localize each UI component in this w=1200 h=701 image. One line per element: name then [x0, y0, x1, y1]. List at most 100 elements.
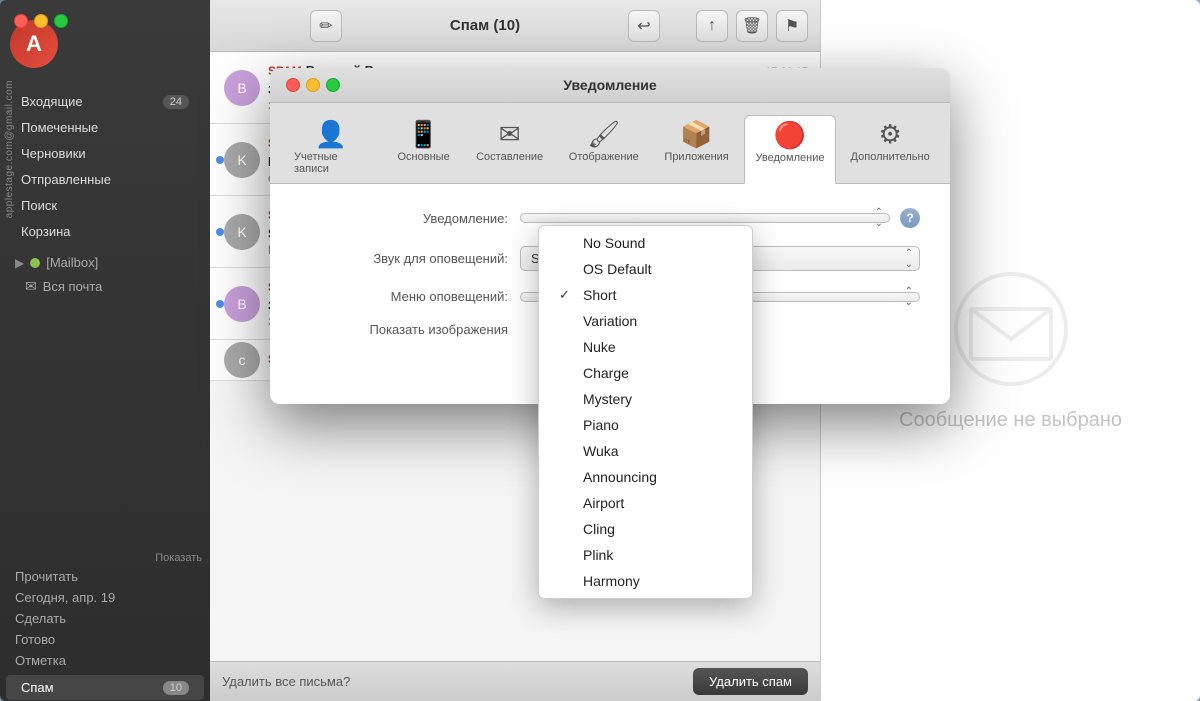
apps-icon: 📦 [680, 121, 712, 147]
traffic-light-close[interactable] [14, 14, 28, 28]
tab-apps-label: Приложения [664, 151, 728, 163]
prefs-notifications-label: Уведомление: [300, 211, 520, 226]
action-todo[interactable]: Сделать [0, 608, 210, 629]
compose-button[interactable]: ✏ [310, 10, 342, 42]
tab-general[interactable]: 📱 Основные [386, 115, 461, 183]
inbox-badge: 24 [163, 95, 189, 109]
dropdown-item-announcing[interactable]: Announcing [539, 464, 752, 490]
tab-accounts-label: Учетные записи [294, 151, 368, 175]
sidebar-item-inbox[interactable]: Входящие 24 [6, 89, 204, 114]
dropdown-item-plink[interactable]: Plink [539, 542, 752, 568]
dropdown-item-label: Nuke [583, 339, 616, 355]
action-done[interactable]: Готово [0, 629, 210, 650]
prefs-traffic-lights [286, 78, 340, 92]
sidebar-nav-label: Черновики [21, 146, 86, 161]
dropdown-item-label: Mystery [583, 391, 632, 407]
dropdown-item-label: No Sound [583, 235, 645, 251]
traffic-light-maximize[interactable] [54, 14, 68, 28]
sidebar-nav-label: Помеченные [21, 120, 98, 135]
dropdown-item-harmony[interactable]: Harmony [539, 568, 752, 594]
tab-advanced[interactable]: ⚙ Дополнительно [840, 115, 940, 183]
dropdown-item-os-default[interactable]: OS Default [539, 256, 752, 282]
prefs-title: Уведомление [563, 77, 656, 93]
sidebar-item-spam[interactable]: Спам 10 [6, 675, 204, 700]
toolbar-title: Спам (10) [350, 17, 620, 34]
sidebar-item-search[interactable]: Поиск [6, 193, 204, 218]
archive-icon: ↑ [708, 17, 716, 35]
show-label[interactable]: Показать [0, 550, 210, 566]
sidebar: A applestage.com@gmail.com Входящие 24 П… [0, 0, 210, 701]
dropdown-item-cling[interactable]: Cling [539, 516, 752, 542]
archive-button[interactable]: ↑ [696, 10, 728, 42]
reply-button[interactable]: ↩ [628, 10, 660, 42]
dropdown-item-piano[interactable]: Piano [539, 412, 752, 438]
notifications-icon: 🔴 [774, 122, 806, 148]
sidebar-item-drafts[interactable]: Черновики [6, 141, 204, 166]
sidebar-email: applestage.com@gmail.com [4, 80, 15, 218]
dropdown-item-mystery[interactable]: Mystery [539, 386, 752, 412]
prefs-images-label: Показать изображения [300, 322, 520, 337]
tab-display-label: Отображение [569, 151, 639, 163]
general-icon: 📱 [407, 121, 439, 147]
advanced-icon: ⚙ [878, 121, 901, 147]
sidebar-item-flagged[interactable]: Помеченные [6, 115, 204, 140]
dropdown-item-no-sound[interactable]: No Sound [539, 230, 752, 256]
dropdown-item-nuke[interactable]: Nuke [539, 334, 752, 360]
dropdown-item-airport[interactable]: Airport [539, 490, 752, 516]
sidebar-nav: Входящие 24 Помеченные Черновики Отправл… [0, 78, 210, 309]
sidebar-item-sent[interactable]: Отправленные [6, 167, 204, 192]
no-message-icon [951, 269, 1071, 389]
dropdown-item-label: Piano [583, 417, 619, 433]
tab-notifications-label: Уведомление [756, 152, 825, 164]
tab-notifications[interactable]: 🔴 Уведомление [744, 115, 837, 184]
tab-display[interactable]: 🖌 Отображение [558, 115, 649, 183]
dropdown-item-label: Cling [583, 521, 615, 537]
delete-spam-button[interactable]: Удалить спам [693, 668, 808, 695]
flag-icon: ⚑ [785, 16, 799, 36]
action-mark[interactable]: Отметка [0, 650, 210, 671]
prefs-maximize-button[interactable] [326, 78, 340, 92]
dropdown-item-wuka[interactable]: Wuka [539, 438, 752, 464]
avatar: В [224, 286, 260, 322]
notifications-select[interactable]: ⌃⌄ [520, 213, 890, 223]
trash-button[interactable]: 🗑 [736, 10, 768, 42]
avatar: K [224, 142, 260, 178]
dropdown-item-short[interactable]: ✓ Short [539, 282, 752, 308]
action-today[interactable]: Сегодня, апр. 19 [0, 587, 210, 608]
help-button[interactable]: ? [900, 208, 920, 228]
dropdown-item-label: Short [583, 287, 616, 303]
flag-button[interactable]: ⚑ [776, 10, 808, 42]
spam-badge: 10 [163, 681, 189, 695]
tab-compose[interactable]: ✉ Составление [465, 115, 554, 183]
dropdown-item-charge[interactable]: Charge [539, 360, 752, 386]
accounts-icon: 👤 [315, 121, 347, 147]
sidebar-bottom: Показать Прочитать Сегодня, апр. 19 Сдел… [0, 550, 210, 701]
sidebar-mailbox-all[interactable]: ✉ Вся почта [0, 274, 210, 299]
mail-toolbar: ✏ Спам (10) ↩ ↑ 🗑 ⚑ [210, 0, 820, 52]
compose-icon: ✉ [499, 121, 521, 147]
prefs-close-button[interactable] [286, 78, 300, 92]
delete-all-label: Удалить все письма? [222, 674, 350, 689]
prefs-minimize-button[interactable] [306, 78, 320, 92]
dropdown-item-variation[interactable]: Variation [539, 308, 752, 334]
sidebar-nav-label: Поиск [21, 198, 57, 213]
no-message-text: Сообщение не выбрано [899, 409, 1122, 432]
compose-icon: ✏ [319, 16, 332, 36]
mailbox-label: [Mailbox] [46, 255, 98, 270]
dropdown-item-label: Announcing [583, 469, 657, 485]
chevron-down-icon: ⌃⌄ [875, 207, 883, 229]
action-read[interactable]: Прочитать [0, 566, 210, 587]
sidebar-item-trash[interactable]: Корзина [6, 219, 204, 244]
traffic-light-minimize[interactable] [34, 14, 48, 28]
chevron-down-icon: ⌃⌄ [905, 286, 913, 308]
tab-apps[interactable]: 📦 Приложения [653, 115, 739, 183]
reply-icon: ↩ [637, 16, 650, 36]
tab-general-label: Основные [398, 151, 450, 163]
tab-accounts[interactable]: 👤 Учетные записи [280, 115, 382, 183]
dropdown-item-label: Wuka [583, 443, 619, 459]
prefs-control: ⌃⌄ [520, 213, 890, 223]
prefs-menu-label: Меню оповещений: [300, 289, 520, 304]
prefs-sound-label: Звук для оповещений: [300, 251, 520, 266]
chevron-icon: ⌃⌄ [905, 248, 913, 270]
sidebar-nav-label: Корзина [21, 224, 71, 239]
